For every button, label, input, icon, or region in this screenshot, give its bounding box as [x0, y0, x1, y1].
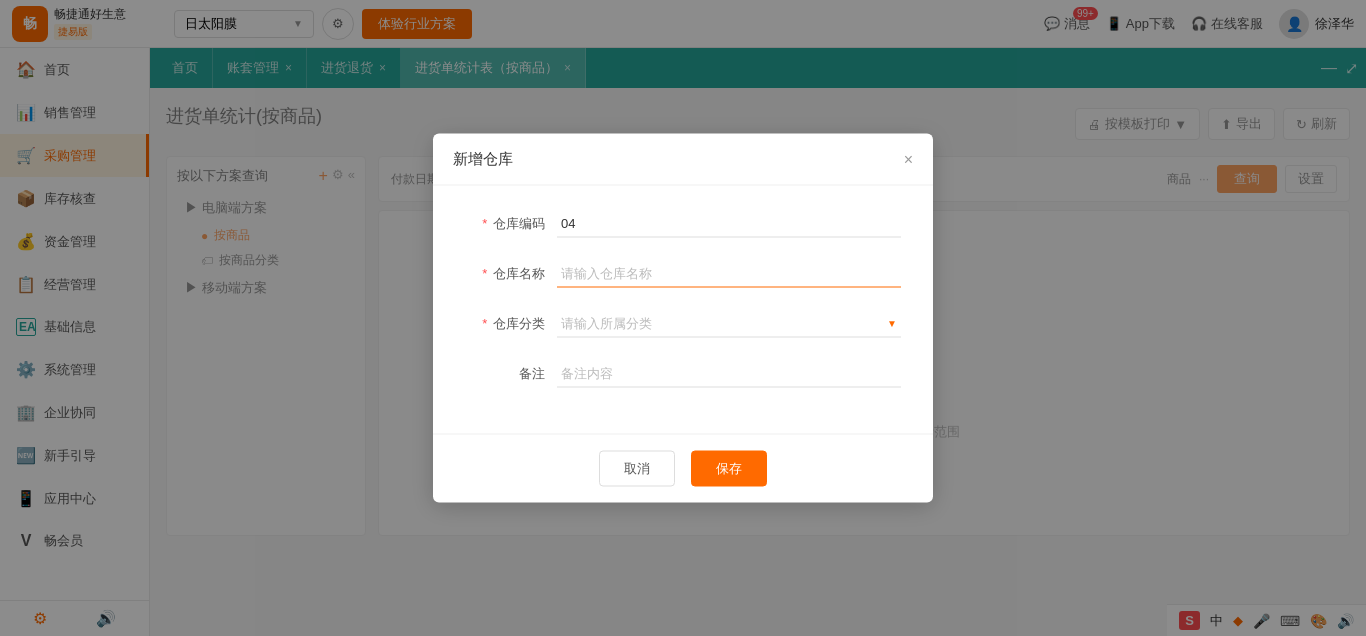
- warehouse-remark-input[interactable]: [557, 360, 901, 388]
- warehouse-code-input[interactable]: [557, 210, 901, 238]
- category-label: * 仓库分类: [465, 315, 545, 333]
- remark-label: 备注: [465, 365, 545, 383]
- cancel-button[interactable]: 取消: [599, 451, 675, 487]
- form-row-category: * 仓库分类: [465, 310, 901, 338]
- code-label: * 仓库编码: [465, 215, 545, 233]
- warehouse-name-input[interactable]: [557, 260, 901, 288]
- form-row-code: * 仓库编码: [465, 210, 901, 238]
- save-button[interactable]: 保存: [691, 451, 767, 487]
- category-required-mark: *: [482, 316, 487, 331]
- dialog-footer: 取消 保存: [433, 434, 933, 503]
- code-required-mark: *: [482, 216, 487, 231]
- warehouse-category-input[interactable]: [557, 310, 901, 338]
- name-label: * 仓库名称: [465, 265, 545, 283]
- form-row-name: * 仓库名称: [465, 260, 901, 288]
- category-field-wrapper: [557, 310, 901, 338]
- dialog-body: * 仓库编码 * 仓库名称 * 仓库分类: [433, 186, 933, 434]
- dialog-header: 新增仓库 ×: [433, 134, 933, 186]
- form-row-remark: 备注: [465, 360, 901, 388]
- dialog-title: 新增仓库: [453, 150, 513, 169]
- name-required-mark: *: [482, 266, 487, 281]
- name-field-wrapper: [557, 260, 901, 288]
- add-warehouse-dialog: 新增仓库 × * 仓库编码 * 仓库名称 *: [433, 134, 933, 503]
- dialog-close-icon[interactable]: ×: [904, 150, 913, 168]
- code-field-wrapper: [557, 210, 901, 238]
- remark-field-wrapper: [557, 360, 901, 388]
